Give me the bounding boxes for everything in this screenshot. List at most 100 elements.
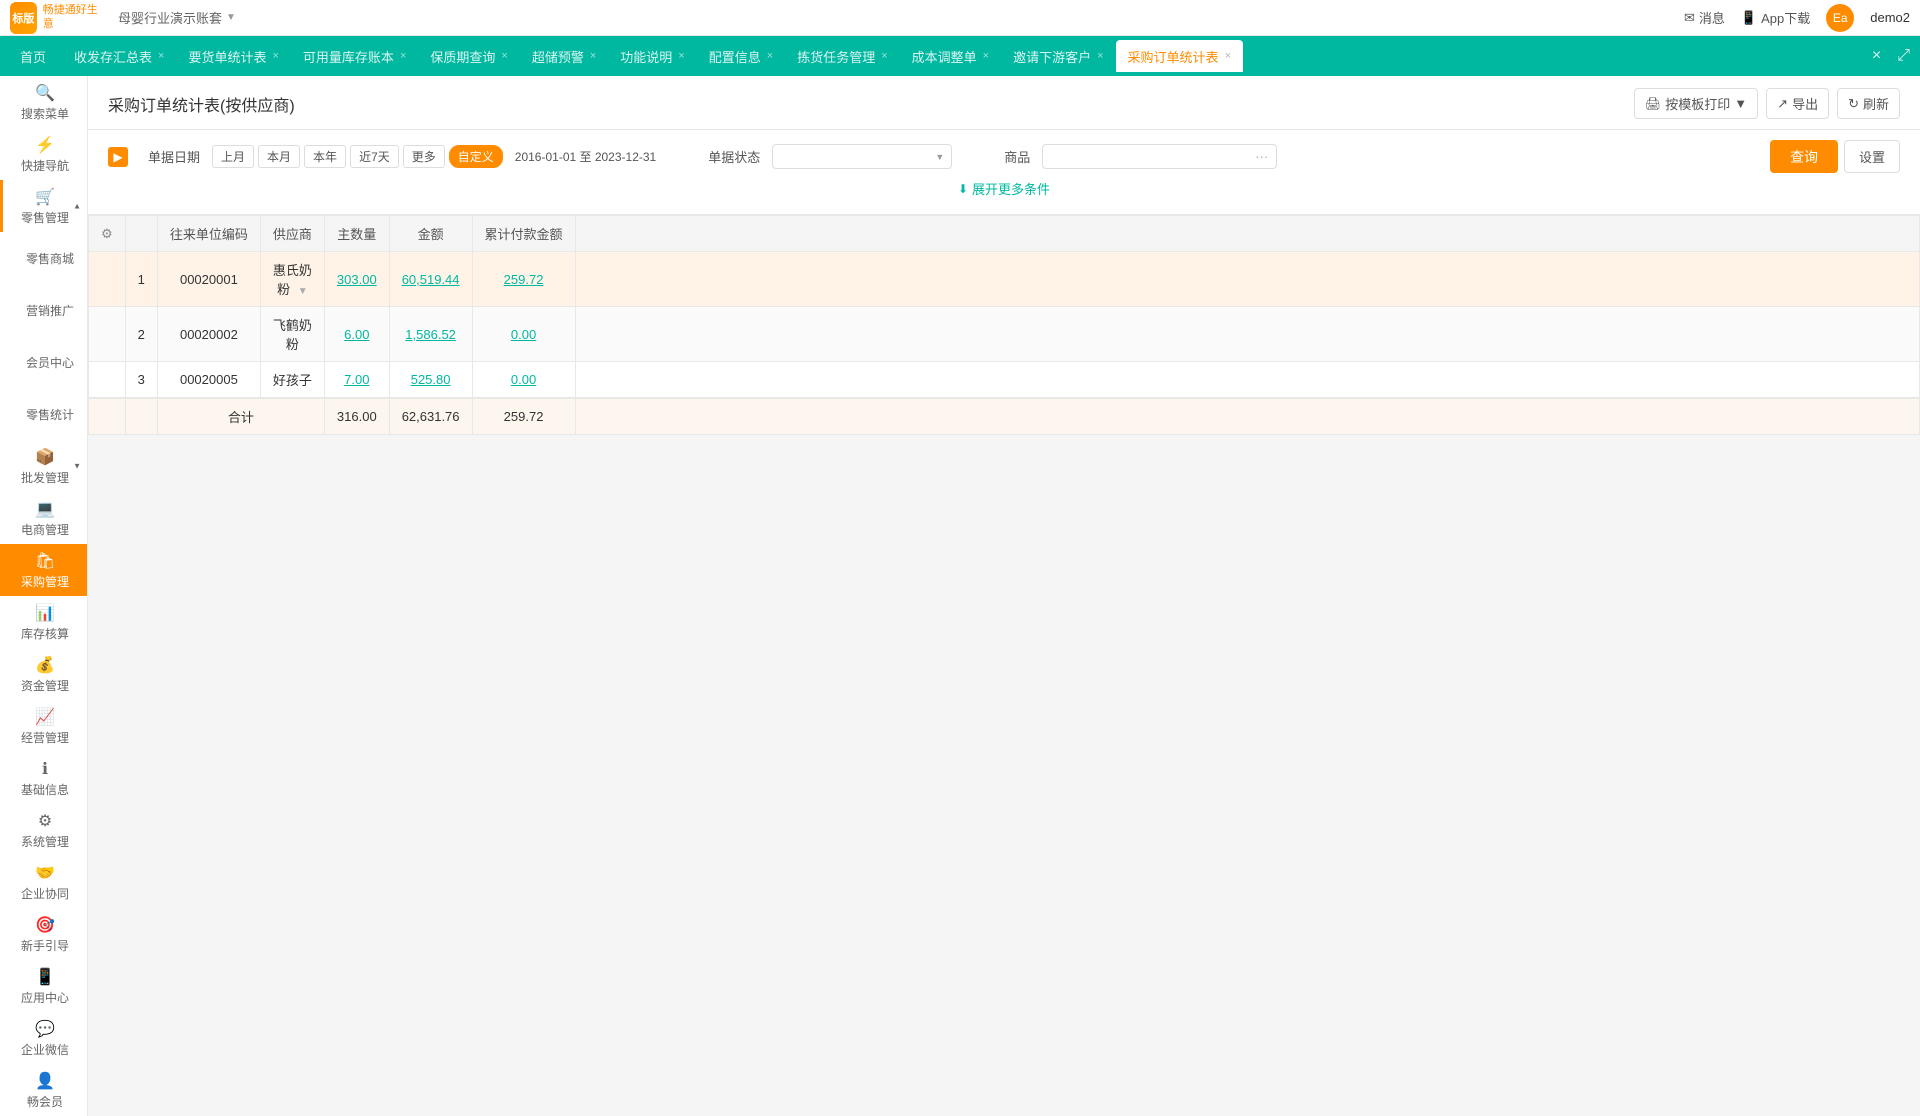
template-print-btn[interactable]: 🖨 按模板打印 ▼ (1634, 88, 1758, 119)
expand-icon: ⬇ (958, 182, 968, 196)
footer-main-qty: 316.00 (324, 398, 389, 435)
sidebar-item-search[interactable]: 🔍 搜索菜单 (0, 76, 87, 128)
goods-search-input[interactable] (1051, 149, 1251, 164)
qty-link[interactable]: 6.00 (344, 327, 369, 342)
table-row: 2 00020002 飞鹤奶粉 6.00 1,586.52 0.00 (89, 307, 1920, 362)
workspace-selector[interactable]: 母婴行业演示账套 ▼ (98, 8, 1684, 27)
maximize-btn[interactable]: ⤢ (1891, 45, 1916, 67)
date-btn-this-year[interactable]: 本年 (304, 145, 346, 168)
close-icon[interactable]: × (272, 50, 278, 62)
refresh-btn[interactable]: ↻ 刷新 (1837, 88, 1900, 119)
sidebar-item-retail-stats[interactable]: 零售统计 (0, 388, 87, 440)
sidebar-item-basic-info[interactable]: ℹ 基础信息 (0, 752, 87, 804)
tab-label: 可用量库存账本 (303, 47, 394, 66)
sidebar-item-app-center[interactable]: 📱 应用中心 (0, 960, 87, 1012)
close-icon[interactable]: × (678, 50, 684, 62)
app-download-btn[interactable]: 📱 App下载 (1741, 8, 1810, 27)
sidebar-item-finance[interactable]: 💰 资金管理 (0, 648, 87, 700)
export-icon: ↗ (1777, 96, 1788, 112)
footer-label: 合计 (157, 398, 324, 435)
sidebar-item-system-mgmt[interactable]: ⚙ 系统管理 (0, 804, 87, 856)
tab-成本调整单[interactable]: 成本调整单 × (900, 40, 1001, 72)
amount-link[interactable]: 525.80 (411, 372, 451, 387)
export-label: 导出 (1792, 94, 1818, 113)
date-filter-label: 单据日期 (148, 147, 200, 166)
close-icon[interactable]: × (1097, 50, 1103, 62)
close-icon[interactable]: × (881, 50, 887, 62)
close-icon[interactable]: × (501, 50, 507, 62)
date-btn-custom[interactable]: 自定义 (449, 145, 503, 168)
lightning-icon: ⚡ (35, 135, 55, 155)
sidebar-item-retail-mall[interactable]: 零售商城 (0, 232, 87, 284)
tab-label: 要货单统计表 (188, 47, 266, 66)
tab-功能说明[interactable]: 功能说明 × (608, 40, 696, 72)
sidebar-item-marketing[interactable]: 营销推广 (0, 284, 87, 336)
sidebar-item-member-center[interactable]: 会员中心 (0, 336, 87, 388)
column-settings-icon[interactable]: ⚙ (101, 226, 113, 241)
close-all-tabs-btn[interactable]: × (1866, 45, 1887, 67)
date-btn-this-month[interactable]: 本月 (258, 145, 300, 168)
sidebar-item-ecommerce[interactable]: 💻 电商管理 (0, 492, 87, 544)
amount-link[interactable]: 1,586.52 (405, 327, 456, 342)
tab-可用量库存账本[interactable]: 可用量库存账本 × (291, 40, 418, 72)
export-btn[interactable]: ↗ 导出 (1766, 88, 1829, 119)
tab-label: 拣货任务管理 (797, 47, 875, 66)
tab-home-label: 首页 (20, 47, 46, 66)
sidebar-item-operations[interactable]: 📈 经营管理 (0, 700, 87, 752)
paid-link[interactable]: 0.00 (511, 372, 536, 387)
sidebar-item-beginner[interactable]: 🎯 新手引导 (0, 908, 87, 960)
sidebar-item-label: 新手引导 (21, 937, 69, 954)
th-index (125, 216, 157, 252)
close-icon[interactable]: × (400, 50, 406, 62)
settings-btn[interactable]: 设置 (1844, 140, 1900, 173)
tab-保质期查询[interactable]: 保质期查询 × (418, 40, 519, 72)
status-select[interactable] (772, 144, 952, 169)
sidebar-item-quick-nav[interactable]: ⚡ 快捷导航 (0, 128, 87, 180)
date-btn-last-month[interactable]: 上月 (212, 145, 254, 168)
sidebar-item-retail-mgmt[interactable]: 🛒 零售管理 (0, 180, 87, 232)
tab-home[interactable]: 首页 (4, 40, 62, 72)
refresh-label: 刷新 (1863, 94, 1889, 113)
user-name[interactable]: demo2 (1870, 10, 1910, 25)
cell-supplier-code: 00020002 (157, 307, 260, 362)
table-header-row: ⚙ 往来单位编码 供应商 主数量 金额 累计付款金额 (89, 216, 1920, 252)
date-btn-7days[interactable]: 近7天 (350, 145, 399, 168)
expand-row-icon[interactable]: ▼ (298, 286, 308, 297)
query-btn[interactable]: 查询 (1770, 140, 1838, 173)
expand-more-btn[interactable]: ⬇ 展开更多条件 (108, 173, 1900, 204)
sidebar-item-purchase-mgmt[interactable]: 🛍 采购管理 (0, 544, 87, 596)
paid-link[interactable]: 259.72 (504, 272, 544, 287)
cell-amount: 525.80 (389, 362, 472, 399)
sidebar-item-label: 电商管理 (21, 521, 69, 538)
close-icon[interactable]: × (590, 50, 596, 62)
ellipsis-icon[interactable]: ··· (1255, 149, 1268, 164)
sidebar-item-inventory[interactable]: 📊 库存核算 (0, 596, 87, 648)
toggle-filter-btn[interactable]: ▶ (108, 147, 128, 167)
app-download-label: App下载 (1761, 8, 1810, 27)
cell-amount: 1,586.52 (389, 307, 472, 362)
sidebar-item-vip[interactable]: 👤 畅会员 (0, 1064, 87, 1116)
sidebar-item-enterprise[interactable]: 🤝 企业协同 (0, 856, 87, 908)
sidebar-item-wholesale[interactable]: 📦 批发管理 (0, 440, 87, 492)
sidebar-item-wechat[interactable]: 💬 企业微信 (0, 1012, 87, 1064)
close-icon[interactable]: × (767, 50, 773, 62)
tab-收发存汇总表[interactable]: 收发存汇总表 × (62, 40, 176, 72)
paid-link[interactable]: 0.00 (511, 327, 536, 342)
message-btn[interactable]: ✉ 消息 (1684, 8, 1725, 27)
qty-link[interactable]: 303.00 (337, 272, 377, 287)
tab-拣货任务管理[interactable]: 拣货任务管理 × (785, 40, 899, 72)
close-icon[interactable]: × (1225, 50, 1231, 62)
tab-要货单统计表[interactable]: 要货单统计表 × (176, 40, 290, 72)
close-icon[interactable]: × (158, 50, 164, 62)
print-icon: 🖨 (1645, 96, 1662, 112)
sidebar-item-label: 应用中心 (21, 989, 69, 1006)
tab-采购订单统计表[interactable]: 采购订单统计表 × (1116, 40, 1243, 72)
tab-邀请下游客户[interactable]: 邀请下游客户 × (1001, 40, 1115, 72)
date-btn-more[interactable]: 更多 (403, 145, 445, 168)
sidebar-item-label: 搜索菜单 (21, 105, 69, 122)
close-icon[interactable]: × (983, 50, 989, 62)
tab-配置信息[interactable]: 配置信息 × (697, 40, 785, 72)
tab-超储预警[interactable]: 超储预警 × (520, 40, 608, 72)
qty-link[interactable]: 7.00 (344, 372, 369, 387)
amount-link[interactable]: 60,519.44 (402, 272, 460, 287)
